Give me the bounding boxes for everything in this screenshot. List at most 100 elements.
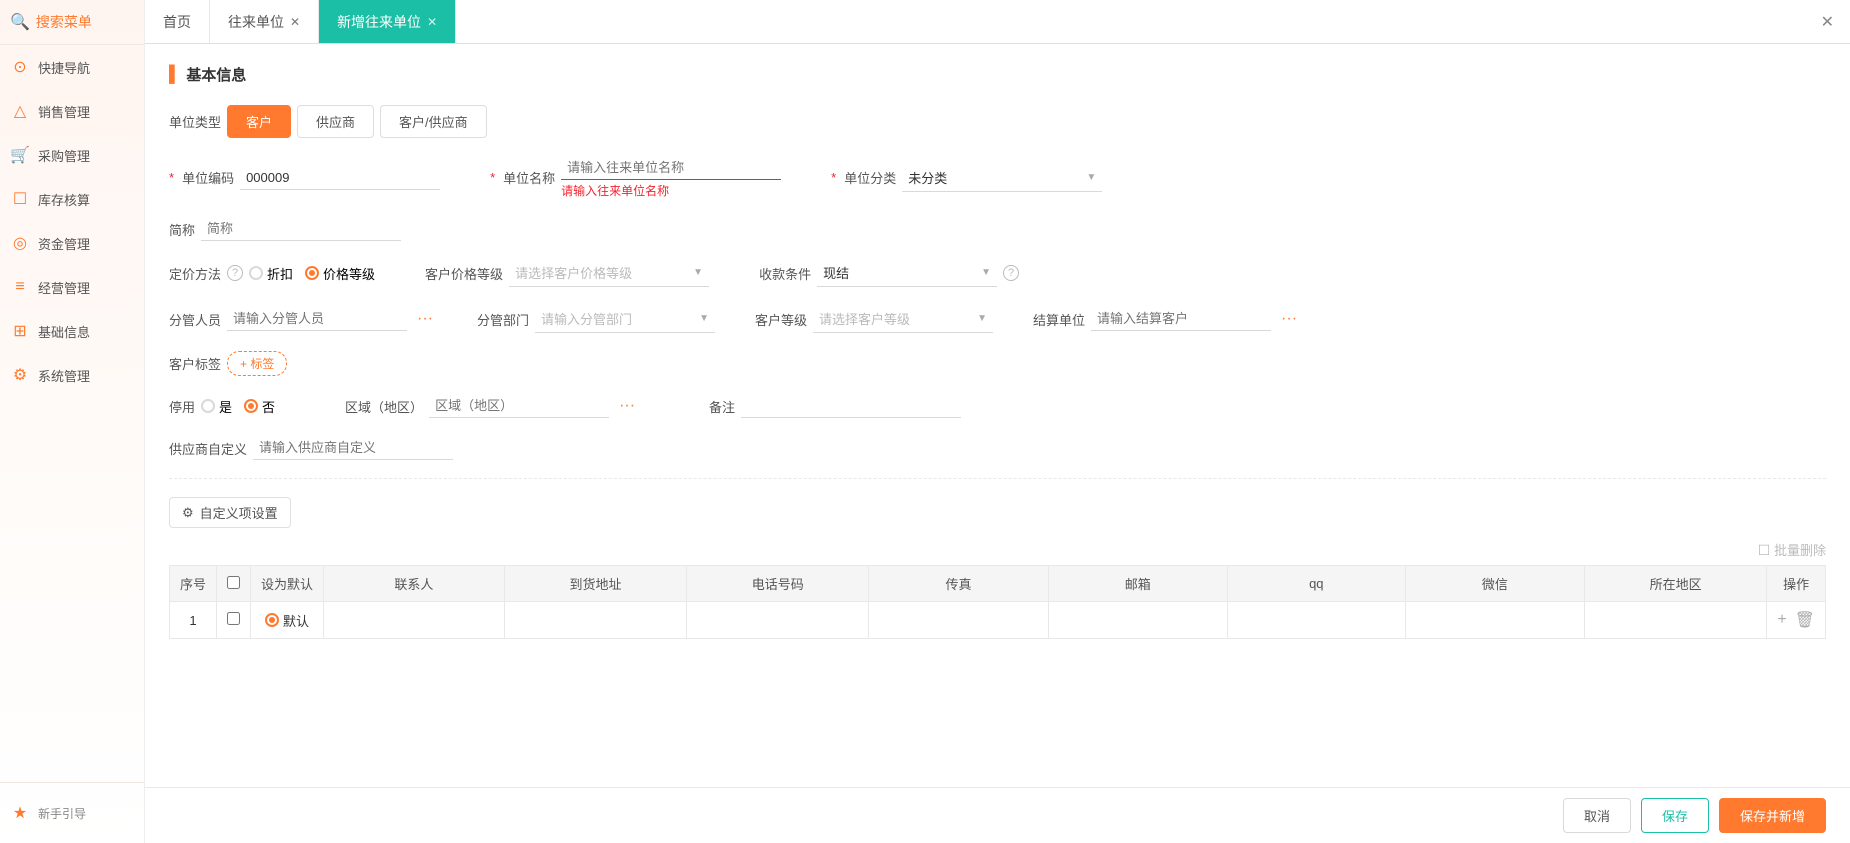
purchase-icon: 🛒 <box>10 145 30 165</box>
default-radio[interactable] <box>265 613 279 627</box>
unit-category-select[interactable]: 未分类 ▼ <box>902 164 1102 192</box>
guide-icon: ★ <box>10 803 30 823</box>
form-content: ▌ 基本信息 单位类型 客户 供应商 客户/供应商 * 单位编码 * 单位名称 <box>145 44 1850 843</box>
pricing-row: 定价方法 ? 折扣 价格等级 客户价格等级 请选择客户价格等级 <box>169 259 1826 287</box>
fax-input[interactable] <box>879 613 1037 628</box>
cell-fax <box>869 602 1048 639</box>
radio-price-level[interactable]: 价格等级 <box>305 264 375 283</box>
region-input[interactable] <box>429 394 609 418</box>
operation-icon: ≡ <box>10 277 30 297</box>
tab-partners-label: 往来单位 <box>228 12 284 32</box>
sidebar-item-operation[interactable]: ≡ 经营管理 <box>0 265 144 309</box>
default-label: 默认 <box>283 611 309 630</box>
tab-new-partner-close[interactable]: ✕ <box>427 15 437 29</box>
tab-partners-close[interactable]: ✕ <box>290 15 300 29</box>
manager-group: 分管人员 ··· <box>169 307 437 331</box>
sidebar-item-guide[interactable]: ★ 新手引导 <box>0 791 144 835</box>
phone-input[interactable] <box>697 613 858 628</box>
sidebar-item-quick-nav[interactable]: ⊙ 快捷导航 <box>0 45 144 89</box>
radio-discount-circle <box>249 266 263 280</box>
manager-more-btn[interactable]: ··· <box>413 310 437 328</box>
dept-label: 分管部门 <box>477 310 529 329</box>
inventory-icon: ☐ <box>10 189 30 209</box>
col-no: 序号 <box>170 566 217 602</box>
short-name-input[interactable] <box>201 217 401 241</box>
customer-level-select[interactable]: 请选择客户等级 ▼ <box>813 305 993 333</box>
sidebar-item-purchase[interactable]: 🛒 采购管理 <box>0 133 144 177</box>
cancel-button[interactable]: 取消 <box>1563 798 1631 833</box>
email-input[interactable] <box>1059 613 1217 628</box>
radio-yes[interactable]: 是 <box>201 397 232 416</box>
col-wechat: 微信 <box>1405 566 1584 602</box>
qq-input[interactable] <box>1238 613 1395 628</box>
unit-type-group: 单位类型 客户 供应商 客户/供应商 <box>169 105 487 138</box>
save-button[interactable]: 保存 <box>1641 798 1709 833</box>
settlement-unit-input[interactable] <box>1091 307 1271 331</box>
save-new-button[interactable]: 保存并新增 <box>1719 798 1826 833</box>
supplier-custom-group: 供应商自定义 <box>169 436 453 460</box>
type-btn-customer[interactable]: 客户 <box>227 105 291 138</box>
sidebar-item-system[interactable]: ⚙ 系统管理 <box>0 353 144 397</box>
tab-partners[interactable]: 往来单位 ✕ <box>210 0 319 43</box>
cell-default: 默认 <box>251 602 324 639</box>
sidebar-item-label: 基础信息 <box>38 322 90 341</box>
payment-terms-dropdown-icon: ▼ <box>981 267 991 278</box>
settlement-unit-more-btn[interactable]: ··· <box>1277 310 1301 328</box>
search-icon: 🔍 <box>10 12 30 32</box>
manager-label: 分管人员 <box>169 310 221 329</box>
sidebar-item-sales[interactable]: △ 销售管理 <box>0 89 144 133</box>
sidebar-search-label: 搜索菜单 <box>36 12 92 32</box>
sidebar-item-inventory[interactable]: ☐ 库存核算 <box>0 177 144 221</box>
radio-discount[interactable]: 折扣 <box>249 264 293 283</box>
short-name-row: 简称 <box>169 217 1826 241</box>
pricing-help-icon[interactable]: ? <box>227 265 243 281</box>
region-table-input[interactable] <box>1595 613 1756 628</box>
pricing-method-label: 定价方法 <box>169 264 221 283</box>
unit-code-required: * <box>169 170 174 185</box>
wechat-input[interactable] <box>1416 613 1574 628</box>
customer-price-level-group: 客户价格等级 请选择客户价格等级 ▼ <box>425 259 709 287</box>
contact-input[interactable] <box>334 613 494 628</box>
row-checkbox[interactable] <box>227 612 240 625</box>
tag-row: 客户标签 + 标签 <box>169 351 1826 376</box>
dept-select[interactable]: 请输入分管部门 ▼ <box>535 305 715 333</box>
add-tag-button[interactable]: + 标签 <box>227 351 287 376</box>
remark-label: 备注 <box>709 397 735 416</box>
type-btn-supplier[interactable]: 供应商 <box>297 105 374 138</box>
unit-name-input[interactable] <box>561 156 781 180</box>
unit-category-required: * <box>831 170 836 185</box>
delete-row-button[interactable]: 🗑 <box>1795 610 1815 630</box>
sidebar-search[interactable]: 🔍 搜索菜单 <box>0 0 144 45</box>
region-more-btn[interactable]: ··· <box>615 397 639 415</box>
sidebar-item-label: 资金管理 <box>38 234 90 253</box>
address-input[interactable] <box>515 613 676 628</box>
radio-no[interactable]: 否 <box>244 397 275 416</box>
select-all-checkbox[interactable] <box>227 576 240 589</box>
disabled-radio-group: 是 否 <box>201 397 275 416</box>
sidebar-item-basic[interactable]: ⊞ 基础信息 <box>0 309 144 353</box>
col-action: 操作 <box>1767 566 1826 602</box>
batch-delete-icon: ☐ <box>1758 542 1771 558</box>
custom-settings-label: 自定义项设置 <box>200 503 278 522</box>
payment-help-icon[interactable]: ? <box>1003 265 1019 281</box>
unit-category-label: 单位分类 <box>844 168 896 187</box>
custom-settings-button[interactable]: ⚙ 自定义项设置 <box>169 497 291 528</box>
supplier-custom-input[interactable] <box>253 436 453 460</box>
payment-terms-select[interactable]: 现结 ▼ <box>817 259 997 287</box>
supplier-custom-row: 供应商自定义 <box>169 436 1826 460</box>
customer-price-level-select[interactable]: 请选择客户价格等级 ▼ <box>509 259 709 287</box>
cell-contact <box>324 602 505 639</box>
window-close-button[interactable]: ✕ <box>1805 0 1850 43</box>
remark-input[interactable] <box>741 394 961 418</box>
type-btn-both[interactable]: 客户/供应商 <box>380 105 487 138</box>
add-row-button[interactable]: + <box>1777 611 1786 629</box>
tab-new-partner[interactable]: 新增往来单位 ✕ <box>319 0 456 43</box>
col-contact: 联系人 <box>324 566 505 602</box>
sidebar-item-finance[interactable]: ◎ 资金管理 <box>0 221 144 265</box>
batch-delete-label[interactable]: 批量删除 <box>1774 543 1826 558</box>
unit-code-input[interactable] <box>240 166 440 190</box>
unit-type-row: 单位类型 客户 供应商 客户/供应商 <box>169 105 1826 138</box>
tab-home[interactable]: 首页 <box>145 0 210 43</box>
manager-input[interactable] <box>227 307 407 331</box>
dept-dropdown-icon: ▼ <box>699 313 709 324</box>
